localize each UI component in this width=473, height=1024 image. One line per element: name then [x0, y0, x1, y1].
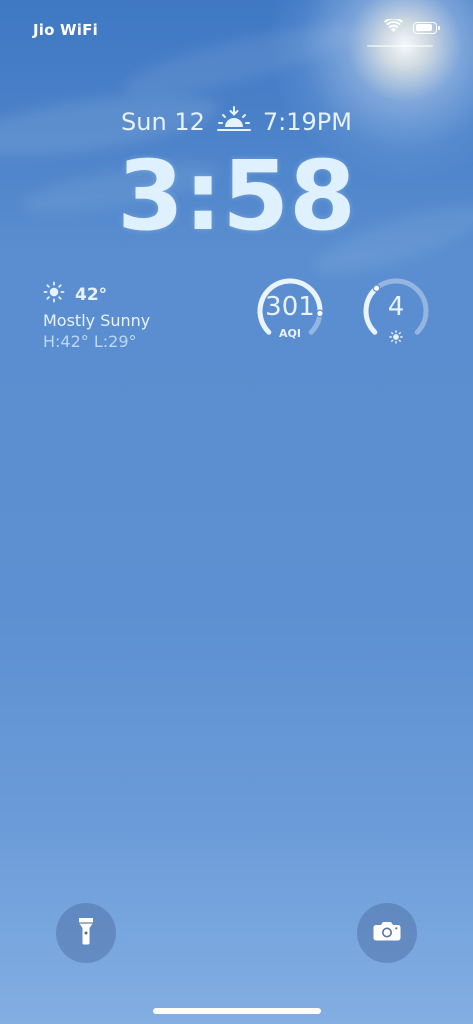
camera-button[interactable]	[357, 903, 417, 963]
flashlight-icon	[78, 917, 94, 949]
uv-value: 4	[387, 292, 405, 322]
lock-clock[interactable]: 3:58	[0, 140, 473, 252]
status-divider	[367, 45, 433, 47]
flashlight-button[interactable]	[56, 903, 116, 963]
weather-condition: Mostly Sunny	[43, 311, 151, 330]
uv-index-widget[interactable]: 4	[361, 276, 431, 346]
battery-icon	[413, 21, 440, 34]
home-indicator[interactable]	[153, 1008, 321, 1014]
date-row: Sun 12 7:19PM	[0, 106, 473, 138]
aqi-value: 301	[265, 292, 315, 322]
weather-high-low: H:42° L:29°	[43, 332, 137, 351]
battery-fill	[415, 24, 432, 31]
aqi-label: AQI	[279, 327, 301, 340]
weather-temperature: 42°	[75, 284, 108, 305]
sun-icon	[43, 281, 65, 308]
carrier-label: Jio WiFi	[33, 21, 98, 39]
sun-icon	[389, 329, 403, 348]
weather-widget[interactable]: 42° Mostly Sunny H:42° L:29°	[43, 281, 150, 351]
aqi-widget[interactable]: 301 AQI	[255, 276, 325, 346]
camera-icon	[373, 920, 401, 946]
sunset-icon	[216, 106, 251, 138]
status-icons	[384, 17, 440, 37]
wifi-icon	[384, 17, 403, 37]
sunset-time: 7:19PM	[262, 108, 352, 136]
date-label: Sun 12	[121, 108, 205, 136]
